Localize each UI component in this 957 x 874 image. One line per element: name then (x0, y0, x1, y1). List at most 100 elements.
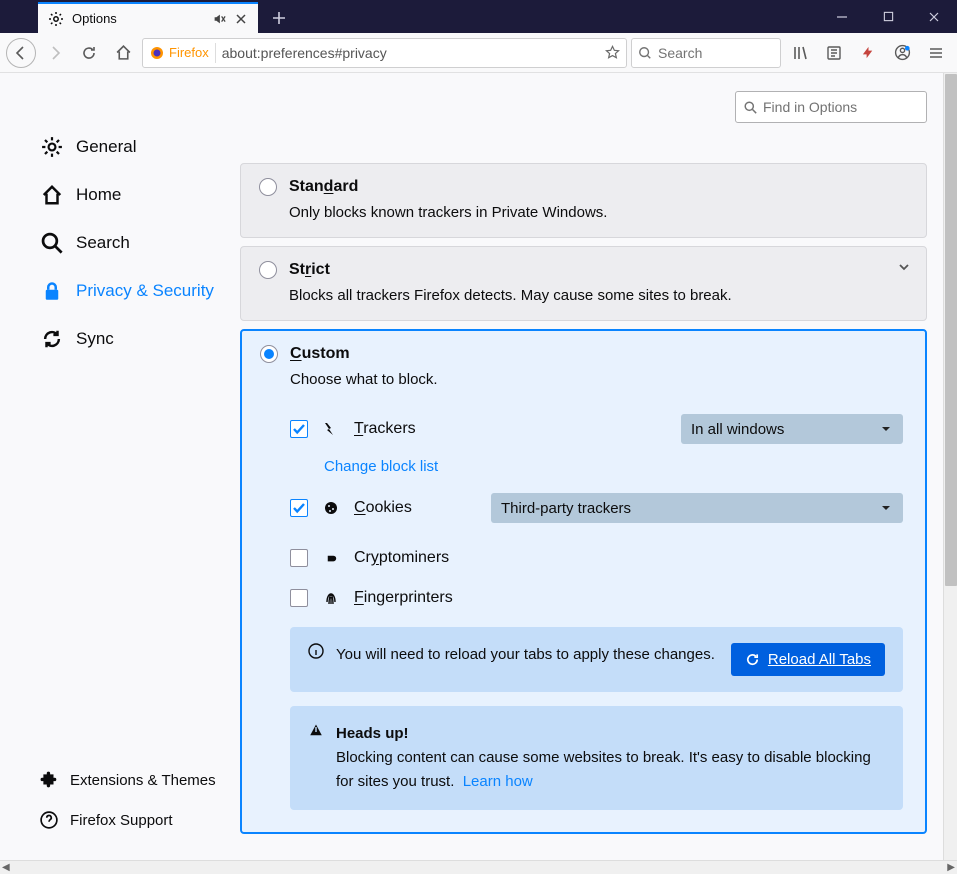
tabstrip: Options (0, 0, 294, 33)
menu-button[interactable] (921, 38, 951, 68)
sidebar-label: General (76, 137, 136, 157)
sidebar-item-extensions[interactable]: Extensions & Themes (40, 760, 216, 800)
tracker-icon (322, 420, 340, 438)
close-icon[interactable] (234, 12, 248, 26)
card-desc: Choose what to block. (290, 371, 903, 388)
option-label: Trackers (354, 420, 667, 438)
option-label: Cryptominers (354, 549, 903, 567)
crypto-icon (322, 549, 340, 567)
account-button[interactable] (887, 38, 917, 68)
search-icon (40, 231, 64, 255)
sync-icon (40, 327, 64, 351)
url-bar[interactable]: Firefox about:preferences#privacy (142, 38, 627, 68)
reload-all-tabs-button[interactable]: Reload All Tabs (731, 643, 885, 676)
maximize-button[interactable] (865, 0, 911, 33)
sidebar: General Home Search Privacy & Security S… (0, 73, 240, 860)
option-label: Cookies (354, 499, 477, 517)
cookies-dropdown[interactable]: Third-party trackers (491, 493, 903, 523)
navigation-toolbar: Firefox about:preferences#privacy Search (0, 33, 957, 73)
radio-standard[interactable] (259, 178, 277, 196)
url-text: about:preferences#privacy (222, 45, 599, 61)
search-placeholder: Search (658, 45, 702, 61)
info-icon (308, 643, 324, 659)
sidebar-item-sync[interactable]: Sync (40, 315, 240, 363)
reload-button[interactable] (74, 38, 104, 68)
sidebar-label: Extensions & Themes (70, 772, 216, 789)
tab-title: Options (72, 11, 204, 26)
card-desc: Only blocks known trackers in Private Wi… (289, 204, 908, 221)
card-title: Custom (290, 345, 350, 363)
titlebar: Options (0, 0, 957, 33)
protection-card-standard[interactable]: Standard Only blocks known trackers in P… (240, 163, 927, 238)
identity-label: Firefox (169, 45, 209, 60)
minimize-button[interactable] (819, 0, 865, 33)
checkbox-fingerprinters[interactable] (290, 589, 308, 607)
headsup-message: Heads up! Blocking content can cause som… (336, 722, 885, 794)
sidebar-item-privacy[interactable]: Privacy & Security (40, 267, 240, 315)
chevron-down-icon[interactable] (898, 261, 910, 273)
learn-how-link[interactable]: Learn how (463, 773, 533, 790)
reload-message: You will need to reload your tabs to app… (336, 643, 719, 667)
home-button[interactable] (108, 38, 138, 68)
trackers-dropdown[interactable]: In all windows (681, 414, 903, 444)
sidebar-label: Home (76, 185, 121, 205)
horizontal-scrollbar[interactable]: ◀ ▶ (0, 860, 957, 874)
search-bar[interactable]: Search (631, 38, 781, 68)
find-in-options[interactable]: Find in Options (735, 91, 927, 123)
headsup-info-box: Heads up! Blocking content can cause som… (290, 706, 903, 810)
sidebar-item-search[interactable]: Search (40, 219, 240, 267)
checkbox-trackers[interactable] (290, 420, 308, 438)
window-controls (819, 0, 957, 33)
protection-card-strict[interactable]: Strict Blocks all trackers Firefox detec… (240, 246, 927, 321)
scroll-left-icon[interactable]: ◀ (2, 862, 10, 873)
home-icon (40, 183, 64, 207)
sidebar-item-general[interactable]: General (40, 123, 240, 171)
card-desc: Blocks all trackers Firefox detects. May… (289, 287, 908, 304)
warning-icon (308, 722, 324, 738)
sidebar-label: Sync (76, 329, 114, 349)
reader-button[interactable] (819, 38, 849, 68)
sidebar-footer: Extensions & Themes Firefox Support (40, 760, 216, 840)
identity-box[interactable]: Firefox (149, 43, 216, 63)
find-placeholder: Find in Options (763, 99, 857, 115)
sidebar-label: Privacy & Security (76, 281, 214, 301)
gear-icon (48, 11, 64, 27)
checkbox-cookies[interactable] (290, 499, 308, 517)
library-button[interactable] (785, 38, 815, 68)
card-title: Standard (289, 178, 358, 196)
scrollbar-thumb[interactable] (945, 74, 957, 586)
browser-tab[interactable]: Options (38, 2, 258, 33)
lock-icon (40, 279, 64, 303)
option-cryptominers: Cryptominers (290, 531, 903, 575)
radio-strict[interactable] (259, 261, 277, 279)
fingerprint-icon (322, 589, 340, 607)
bookmark-star-icon[interactable] (605, 45, 620, 60)
question-icon (40, 811, 58, 829)
sidebar-label: Firefox Support (70, 812, 173, 829)
cookie-icon (322, 499, 340, 517)
close-window-button[interactable] (911, 0, 957, 33)
option-fingerprinters: Fingerprinters (290, 575, 903, 615)
vertical-scrollbar[interactable] (943, 73, 957, 860)
scroll-right-icon[interactable]: ▶ (947, 862, 955, 873)
sidebar-item-home[interactable]: Home (40, 171, 240, 219)
puzzle-icon (40, 771, 58, 789)
card-title: Strict (289, 261, 330, 279)
protection-card-custom: Custom Choose what to block. Trackers In… (240, 329, 927, 834)
notification-icon[interactable] (853, 38, 883, 68)
option-label: Fingerprinters (354, 589, 903, 607)
back-button[interactable] (6, 38, 36, 68)
preferences-page: General Home Search Privacy & Security S… (0, 73, 957, 860)
content-area: Find in Options Standard Only blocks kno… (240, 73, 957, 860)
checkbox-cryptominers[interactable] (290, 549, 308, 567)
option-trackers: Trackers In all windows (290, 406, 903, 452)
mute-icon[interactable] (212, 12, 226, 26)
option-cookies: Cookies Third-party trackers (290, 485, 903, 531)
gear-icon (40, 135, 64, 159)
sidebar-item-support[interactable]: Firefox Support (40, 800, 216, 840)
new-tab-button[interactable] (264, 3, 294, 33)
radio-custom[interactable] (260, 345, 278, 363)
sidebar-label: Search (76, 233, 130, 253)
forward-button[interactable] (40, 38, 70, 68)
change-block-list-link[interactable]: Change block list (324, 452, 438, 485)
